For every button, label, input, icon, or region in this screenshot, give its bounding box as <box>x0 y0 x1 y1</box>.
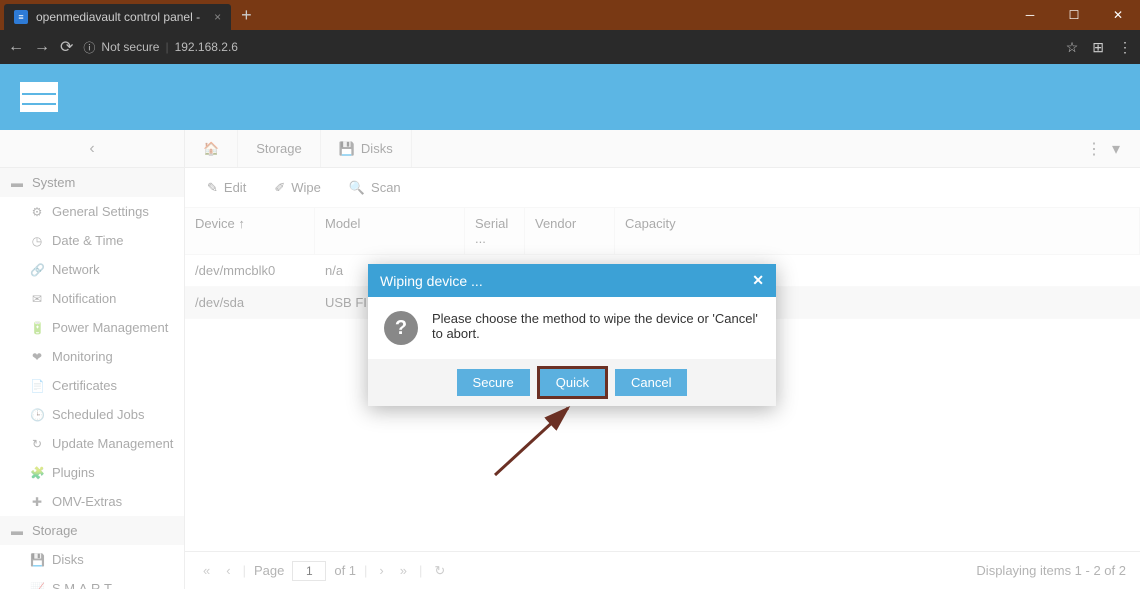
browser-menu-icon[interactable]: ⋮ <box>1118 39 1132 56</box>
window-minimize-button[interactable]: ─ <box>1008 0 1052 30</box>
window-maximize-button[interactable]: ☐ <box>1052 0 1096 30</box>
app-header: openmediavault The open network attached… <box>0 64 1140 130</box>
question-icon: ? <box>384 311 418 345</box>
quick-button[interactable]: Quick <box>540 369 605 396</box>
logo-icon <box>20 82 58 112</box>
tab-favicon: ≡ <box>14 10 28 24</box>
secure-button[interactable]: Secure <box>457 369 530 396</box>
dialog-header: Wiping device ... ✕ <box>368 264 776 297</box>
dialog-close-button[interactable]: ✕ <box>752 272 764 289</box>
wipe-device-dialog: Wiping device ... ✕ ? Please choose the … <box>368 264 776 406</box>
window-close-button[interactable]: ✕ <box>1096 0 1140 30</box>
extensions-icon[interactable]: ⊞ <box>1092 39 1104 56</box>
dialog-message: Please choose the method to wipe the dev… <box>432 311 760 341</box>
cancel-button[interactable]: Cancel <box>615 369 687 396</box>
dialog-title: Wiping device ... <box>380 273 483 289</box>
bookmark-icon[interactable]: ☆ <box>1066 39 1079 56</box>
